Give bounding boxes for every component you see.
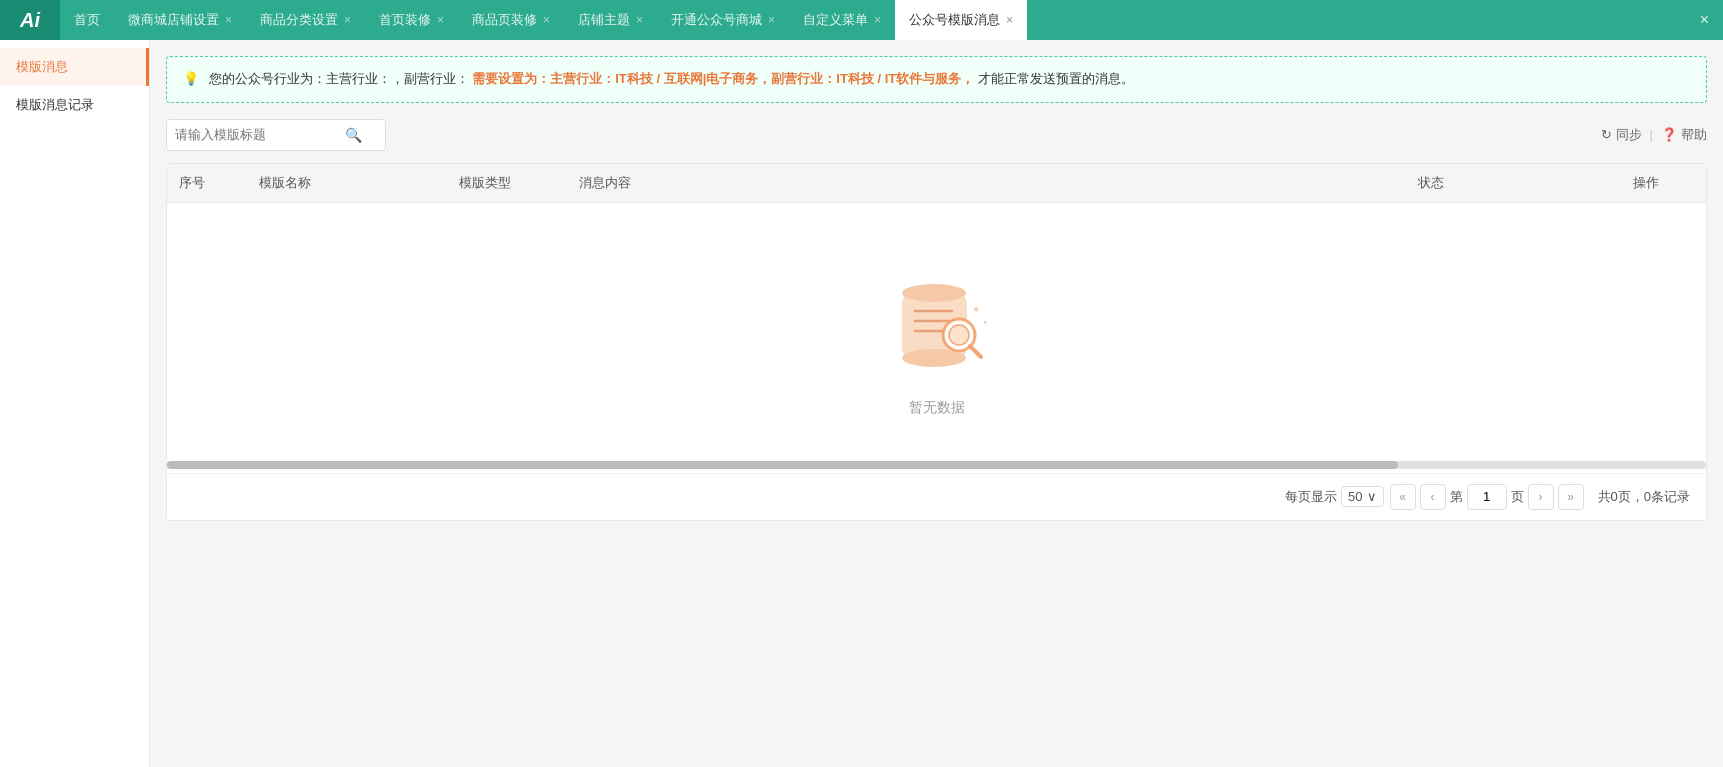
divider: | <box>1650 127 1653 142</box>
tab-template-msg[interactable]: 公众号模版消息 × <box>895 0 1027 40</box>
search-icon[interactable]: 🔍 <box>345 127 362 143</box>
col-action: 操作 <box>1586 164 1706 202</box>
notice-box: 💡 您的公众号行业为：主营行业：，副营行业： 需要设置为：主营行业：IT科技 /… <box>166 56 1707 103</box>
close-tab-product-decor[interactable]: × <box>543 13 550 27</box>
svg-text:✦: ✦ <box>982 319 988 326</box>
close-tab-shop-theme[interactable]: × <box>636 13 643 27</box>
tab-shop-theme[interactable]: 店铺主题 × <box>564 0 657 40</box>
first-page-button[interactable]: « <box>1390 484 1416 510</box>
sync-icon: ↻ <box>1601 127 1612 142</box>
next-page-button[interactable]: › <box>1528 484 1554 510</box>
sync-button[interactable]: ↻ 同步 <box>1601 126 1642 144</box>
tab-home-decor[interactable]: 首页装修 × <box>365 0 458 40</box>
tab-open-mall[interactable]: 开通公众号商城 × <box>657 0 789 40</box>
total-info: 共0页，0条记录 <box>1598 488 1690 506</box>
svg-point-8 <box>949 325 969 345</box>
col-status: 状态 <box>1406 164 1586 202</box>
svg-line-9 <box>970 346 981 357</box>
app-logo: Ai <box>0 0 60 40</box>
table-header: 序号 模版名称 模版类型 消息内容 状态 操作 <box>167 164 1706 203</box>
help-icon: ❓ <box>1661 127 1677 142</box>
empty-text: 暂无数据 <box>909 399 965 417</box>
close-tab-home-decor[interactable]: × <box>437 13 444 27</box>
tab-product-decor[interactable]: 商品页装修 × <box>458 0 564 40</box>
sidebar: 模版消息 模版消息记录 <box>0 40 150 767</box>
page-navigation: « ‹ 第 页 › » <box>1390 484 1584 510</box>
col-type: 模版类型 <box>447 164 567 202</box>
page-input[interactable] <box>1467 484 1507 510</box>
tab-wshop-settings[interactable]: 微商城店铺设置 × <box>114 0 246 40</box>
close-tab-wshop-settings[interactable]: × <box>225 13 232 27</box>
sidebar-item-template-msg-log[interactable]: 模版消息记录 <box>0 86 149 124</box>
prev-page-button[interactable]: ‹ <box>1420 484 1446 510</box>
close-all-tabs-button[interactable]: × <box>1686 11 1723 29</box>
bulb-icon: 💡 <box>183 71 199 86</box>
pagination-bar: 每页显示 50 ∨ « ‹ 第 页 <box>167 473 1706 520</box>
last-page-button[interactable]: » <box>1558 484 1584 510</box>
per-page-select: 每页显示 50 ∨ <box>1285 486 1383 507</box>
first-page-icon: « <box>1399 490 1406 504</box>
search-bar: 🔍 ↻ 同步 | ❓ 帮助 <box>166 119 1707 151</box>
top-navigation: Ai 首页 微商城店铺设置 × 商品分类设置 × 首页装修 × 商品页装修 × … <box>0 0 1723 40</box>
tab-product-category[interactable]: 商品分类设置 × <box>246 0 365 40</box>
main-layout: 模版消息 模版消息记录 💡 您的公众号行业为：主营行业：，副营行业： 需要设置为… <box>0 40 1723 767</box>
prev-page-icon: ‹ <box>1431 490 1435 504</box>
col-name: 模版名称 <box>247 164 447 202</box>
data-table: 序号 模版名称 模版类型 消息内容 状态 操作 <box>166 163 1707 521</box>
svg-point-2 <box>902 284 966 302</box>
empty-icon: ✦ ✦ <box>877 263 997 383</box>
close-tab-custom-menu[interactable]: × <box>874 13 881 27</box>
scrollbar-thumb[interactable] <box>167 461 1398 469</box>
empty-state: ✦ ✦ 暂无数据 <box>167 203 1706 457</box>
search-input-wrap[interactable]: 🔍 <box>166 119 386 151</box>
next-page-icon: › <box>1539 490 1543 504</box>
svg-text:✦: ✦ <box>972 304 980 315</box>
col-seq: 序号 <box>167 164 247 202</box>
search-input[interactable] <box>175 127 345 142</box>
last-page-icon: » <box>1567 490 1574 504</box>
tab-home[interactable]: 首页 <box>60 0 114 40</box>
per-page-dropdown[interactable]: 50 ∨ <box>1341 486 1383 507</box>
col-content: 消息内容 <box>567 164 1406 202</box>
close-tab-product-category[interactable]: × <box>344 13 351 27</box>
horizontal-scrollbar[interactable] <box>167 461 1706 469</box>
toolbar-right: ↻ 同步 | ❓ 帮助 <box>1601 126 1707 144</box>
content-area: 💡 您的公众号行业为：主营行业：，副营行业： 需要设置为：主营行业：IT科技 /… <box>150 40 1723 767</box>
sidebar-item-template-msg[interactable]: 模版消息 <box>0 48 149 86</box>
chevron-down-icon: ∨ <box>1367 489 1377 504</box>
help-button[interactable]: ❓ 帮助 <box>1661 126 1707 144</box>
close-tab-open-mall[interactable]: × <box>768 13 775 27</box>
close-tab-template-msg[interactable]: × <box>1006 13 1013 27</box>
tab-custom-menu[interactable]: 自定义菜单 × <box>789 0 895 40</box>
